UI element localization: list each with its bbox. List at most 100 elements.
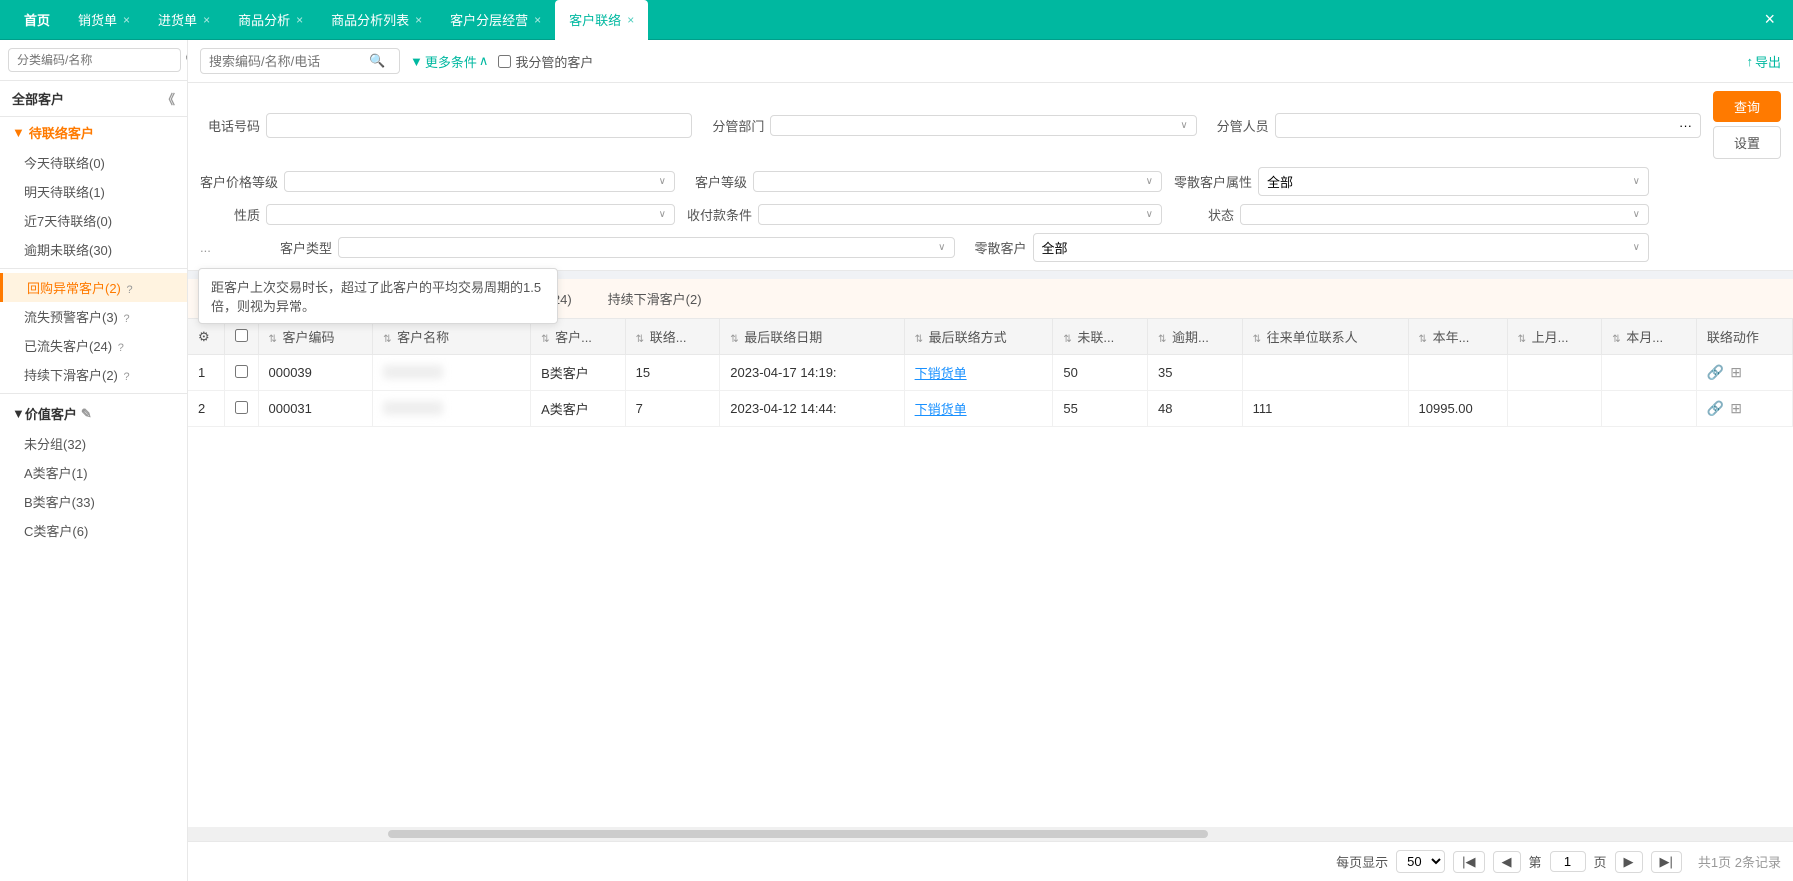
sidebar-item-lost-customers[interactable]: 已流失客户(24) ? (0, 331, 187, 360)
col-level[interactable]: ⇅ 客户... (531, 319, 626, 355)
col-settings[interactable]: ⚙ (188, 319, 224, 355)
sidebar-search-area: 🔍 (0, 40, 187, 81)
sidebar-item-b-class[interactable]: B类客户(33) (0, 487, 187, 516)
select-all-checkbox[interactable] (235, 329, 248, 342)
col-name[interactable]: ⇅ 客户名称 (373, 319, 531, 355)
nav-tab-home[interactable]: 首页 (10, 0, 64, 40)
not-contacted-sort-icon: ⇅ (1063, 334, 1071, 345)
filter-price-level: 客户价格等级 ∨ (200, 171, 675, 192)
page-number-input[interactable] (1550, 851, 1586, 872)
row1-check[interactable] (235, 365, 248, 378)
col-last-contact-method[interactable]: ⇅ 最后联络方式 (904, 319, 1053, 355)
sidebar-item-7days[interactable]: 近7天待联络(0) (0, 206, 187, 235)
filter-dept: 分管部门 ∨ (704, 115, 1196, 136)
row2-more-icon[interactable]: ⊞ (1730, 400, 1742, 417)
main-layout: 🔍 全部客户 《 ▼ 待联络客户 今天待联络(0) 明天待联络(1) 近7天待联… (0, 40, 1793, 881)
prev-page-button[interactable]: ◀ (1493, 851, 1521, 873)
nav-tab-customer-layered[interactable]: 客户分层经营 × (436, 0, 555, 40)
filter-manager: 分管人员 ··· (1209, 113, 1701, 138)
nav-tab-product-analysis-list[interactable]: 商品分析列表 × (317, 0, 436, 40)
settings-button[interactable]: 设置 (1713, 126, 1781, 159)
row1-code: 000039 (258, 355, 373, 391)
manager-dots-icon[interactable]: ··· (1679, 118, 1692, 133)
sidebar-item-a-class[interactable]: A类客户(1) (0, 458, 187, 487)
row2-contact-icon[interactable]: 🔗 (1707, 400, 1724, 417)
customer-level-select[interactable]: ∨ (753, 171, 1162, 192)
payment-select[interactable]: ∨ (758, 204, 1162, 225)
more-conditions-btn[interactable]: ▼ 更多条件 ∧ (410, 52, 488, 71)
row2-last-contact-method[interactable]: 下销货单 (904, 391, 1053, 427)
sidebar-item-declining[interactable]: 持续下滑客户(2) ? (0, 360, 187, 389)
close-customer-layered-tab[interactable]: × (534, 13, 541, 27)
retail-customer-select[interactable]: 全部 ∨ (1033, 233, 1650, 262)
row1-checkbox[interactable] (224, 355, 258, 391)
nav-tab-customer-contact[interactable]: 客户联络 × (555, 0, 648, 40)
row1-more-icon[interactable]: ⊞ (1730, 364, 1742, 381)
col-overdue[interactable]: ⇅ 逾期... (1148, 319, 1243, 355)
col-contact-person[interactable]: ⇅ 往来单位联系人 (1242, 319, 1408, 355)
first-page-button[interactable]: |◀ (1453, 851, 1484, 873)
main-search-box[interactable]: 🔍 (200, 48, 400, 74)
nav-tab-sales[interactable]: 销货单 × (64, 0, 144, 40)
close-customer-contact-tab[interactable]: × (627, 13, 634, 27)
sidebar-collapse-icon[interactable]: 《 (162, 89, 175, 108)
main-search-icon[interactable]: 🔍 (369, 53, 385, 69)
sidebar-item-today[interactable]: 今天待联络(0) (0, 148, 187, 177)
col-contact-count[interactable]: ⇅ 联络... (625, 319, 720, 355)
help-icon-lost-risk: ? (124, 313, 130, 325)
sidebar-search-input[interactable] (8, 48, 181, 72)
filter-dots: ... (200, 240, 260, 255)
close-sales-tab[interactable]: × (123, 13, 130, 27)
scroll-thumb[interactable] (388, 830, 1208, 838)
sidebar-item-ungrouped[interactable]: 未分组(32) (0, 429, 187, 458)
close-all-tabs[interactable]: × (1756, 9, 1783, 30)
customer-type-select[interactable]: ∨ (338, 237, 955, 258)
row1-level: B类客户 (531, 355, 626, 391)
value-group-icons[interactable]: ✎ (81, 406, 92, 422)
last-page-button[interactable]: ▶| (1651, 851, 1682, 873)
horizontal-scrollbar[interactable] (188, 827, 1793, 841)
nav-tab-product-analysis[interactable]: 商品分析 × (224, 0, 317, 40)
phone-input[interactable] (266, 113, 692, 138)
close-product-analysis-tab[interactable]: × (296, 13, 303, 27)
sidebar-item-tomorrow[interactable]: 明天待联络(1) (0, 177, 187, 206)
col-code[interactable]: ⇅ 客户编码 (258, 319, 373, 355)
row2-checkbox[interactable] (224, 391, 258, 427)
col-action: 联络动作 (1696, 319, 1792, 355)
status-select[interactable]: ∨ (1240, 204, 1649, 225)
manager-select[interactable]: ··· (1275, 113, 1701, 138)
row1-last-contact-method[interactable]: 下销货单 (904, 355, 1053, 391)
row2-check[interactable] (235, 401, 248, 414)
close-product-analysis-list-tab[interactable]: × (415, 13, 422, 27)
row1-contact-icon[interactable]: 🔗 (1707, 364, 1724, 381)
sidebar-item-repurchase-abnormal[interactable]: 回购异常客户(2) ? (0, 273, 187, 302)
my-customers-checkbox[interactable]: 我分管的客户 (498, 52, 593, 71)
my-customers-check[interactable] (498, 55, 511, 68)
close-purchase-tab[interactable]: × (203, 13, 210, 27)
query-button[interactable]: 查询 (1713, 91, 1781, 122)
col-last-contact-date[interactable]: ⇅ 最后联络日期 (720, 319, 904, 355)
col-not-contacted[interactable]: ⇅ 未联... (1053, 319, 1148, 355)
sidebar-item-c-class[interactable]: C类客户(6) (0, 516, 187, 545)
next-page-button[interactable]: ▶ (1615, 851, 1643, 873)
col-this-year[interactable]: ⇅ 本年... (1408, 319, 1507, 355)
export-button[interactable]: ↑ 导出 (1746, 52, 1781, 71)
sidebar-pending-contact-group[interactable]: ▼ 待联络客户 (0, 117, 187, 148)
col-this-month[interactable]: ⇅ 本月... (1602, 319, 1697, 355)
dept-select[interactable]: ∨ (770, 115, 1196, 136)
sidebar-all-customers-header: 全部客户 《 (0, 81, 187, 117)
nav-tab-purchase[interactable]: 进货单 × (144, 0, 224, 40)
sidebar-item-overdue[interactable]: 逾期未联络(30) (0, 235, 187, 264)
settings-icon[interactable]: ⚙ (198, 329, 210, 344)
gender-select[interactable]: ∨ (266, 204, 675, 225)
row1-not-contacted: 50 (1053, 355, 1148, 391)
sidebar-item-lost-risk[interactable]: 流失预警客户(3) ? (0, 302, 187, 331)
price-level-select[interactable]: ∨ (284, 171, 675, 192)
row1-contact-person (1242, 355, 1408, 391)
group-tab-declining[interactable]: 持续下滑客户(2) (596, 285, 714, 312)
sidebar-value-group[interactable]: ▼ 价值客户 ✎ (0, 398, 187, 429)
per-page-select[interactable]: 50 (1396, 850, 1445, 873)
col-last-month[interactable]: ⇅ 上月... (1507, 319, 1602, 355)
retail-attr-select[interactable]: 全部 ∨ (1258, 167, 1649, 196)
main-search-input[interactable] (209, 54, 369, 69)
